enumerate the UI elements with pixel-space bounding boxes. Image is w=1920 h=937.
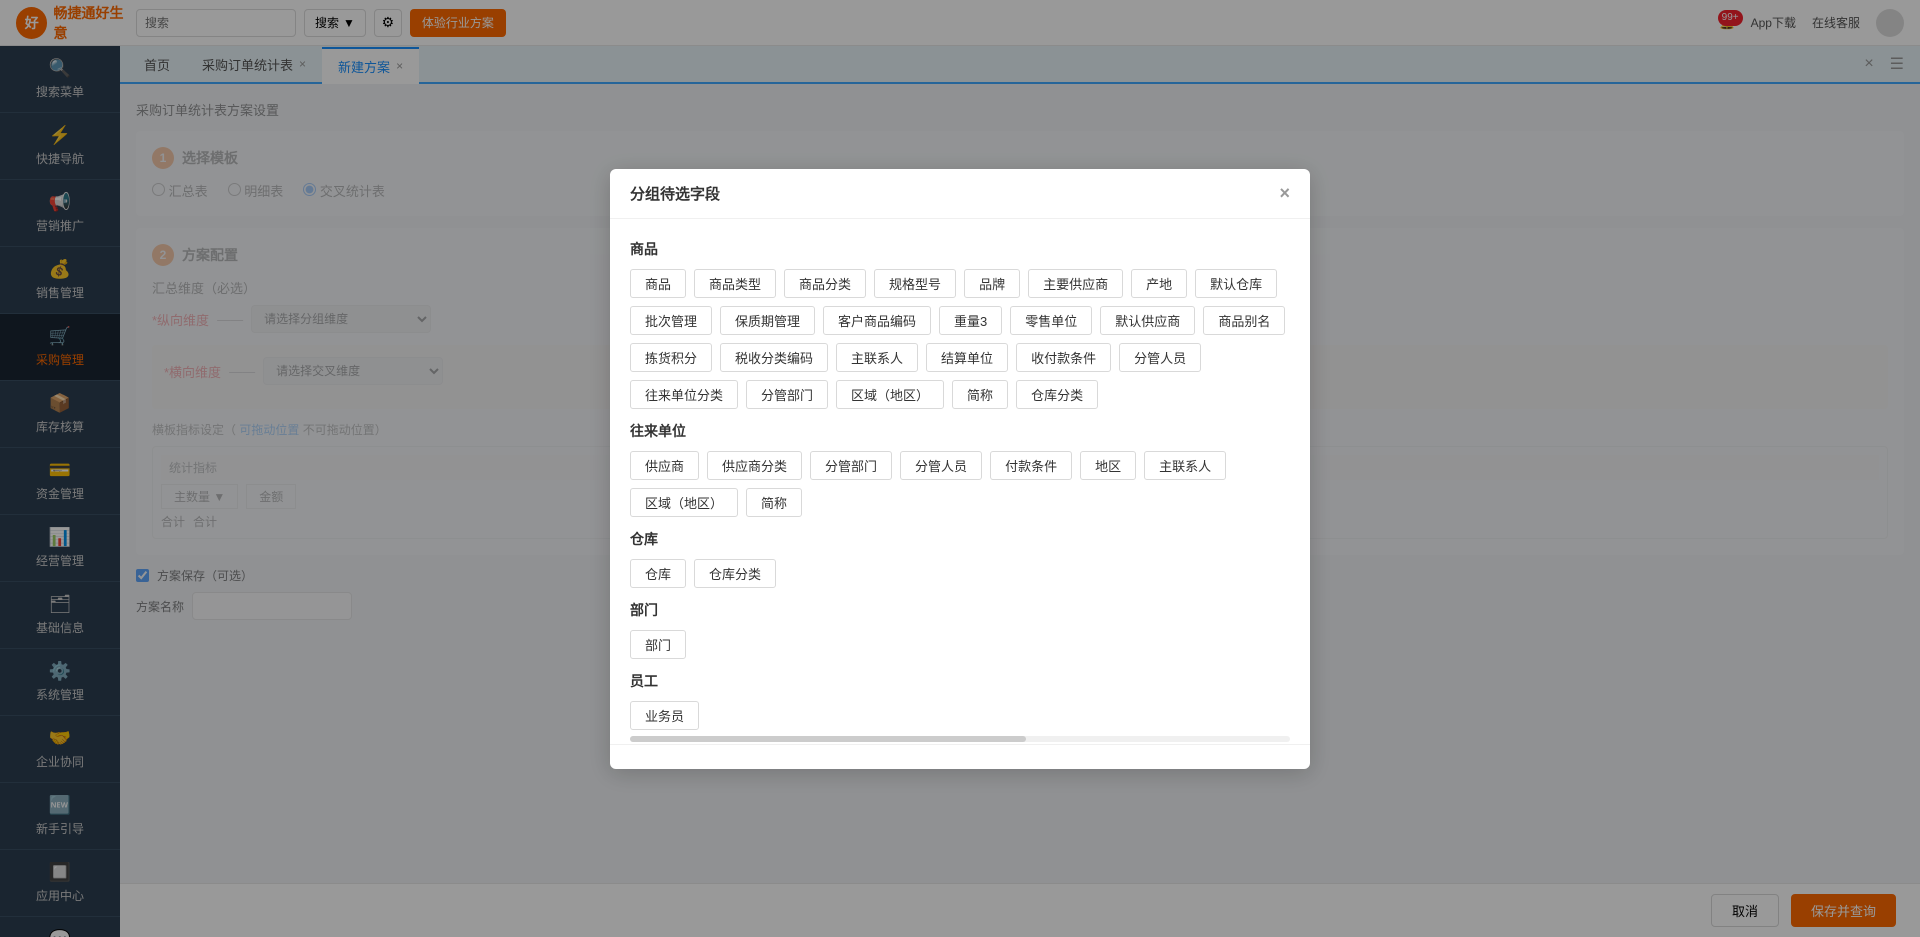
tag-tax-code[interactable]: 税收分类编码 [720, 343, 828, 372]
tag-batch-management[interactable]: 批次管理 [630, 306, 712, 335]
tag-area[interactable]: 地区 [1080, 451, 1136, 480]
tag-main-contact[interactable]: 主联系人 [836, 343, 918, 372]
tag-settlement-unit[interactable]: 结算单位 [926, 343, 1008, 372]
section-title-counterpart: 往来单位 [630, 421, 1290, 441]
section-title-staff: 员工 [630, 671, 1290, 691]
staff-tag-grid: 业务员 [630, 701, 1290, 730]
tag-origin[interactable]: 产地 [1131, 269, 1187, 298]
tag-pick-points[interactable]: 拣货积分 [630, 343, 712, 372]
section-title-product: 商品 [630, 239, 1290, 259]
tag-department[interactable]: 部门 [630, 630, 686, 659]
tag-short-name2[interactable]: 简称 [746, 488, 802, 517]
tag-short-name[interactable]: 简称 [952, 380, 1008, 409]
tag-warehouse-category[interactable]: 仓库分类 [1016, 380, 1098, 409]
tag-warehouse[interactable]: 仓库 [630, 559, 686, 588]
section-title-warehouse: 仓库 [630, 529, 1290, 549]
tag-product-category[interactable]: 商品分类 [784, 269, 866, 298]
tag-supplier[interactable]: 供应商 [630, 451, 699, 480]
horizontal-scrollbar-thumb[interactable] [630, 736, 1026, 742]
tag-warehouse-cat[interactable]: 仓库分类 [694, 559, 776, 588]
tag-payment-terms[interactable]: 收付款条件 [1016, 343, 1111, 372]
tag-counterpart-category[interactable]: 往来单位分类 [630, 380, 738, 409]
tag-main-supplier[interactable]: 主要供应商 [1028, 269, 1123, 298]
tag-person[interactable]: 分管人员 [900, 451, 982, 480]
modal-title: 分组待选字段 [630, 183, 720, 204]
tag-product[interactable]: 商品 [630, 269, 686, 298]
product-tag-grid: 商品 商品类型 商品分类 规格型号 品牌 主要供应商 产地 默认仓库 批次管理 … [630, 269, 1290, 409]
tag-region2[interactable]: 区域（地区） [630, 488, 738, 517]
tag-salesperson[interactable]: 业务员 [630, 701, 699, 730]
field-selection-modal: 分组待选字段 × 商品 商品 商品类型 商品分类 规格型号 品牌 主要供应商 产… [610, 169, 1310, 769]
tag-expiry-management[interactable]: 保质期管理 [720, 306, 815, 335]
modal-body: 商品 商品 商品类型 商品分类 规格型号 品牌 主要供应商 产地 默认仓库 批次… [610, 219, 1310, 732]
warehouse-tag-grid: 仓库 仓库分类 [630, 559, 1290, 588]
tag-product-type[interactable]: 商品类型 [694, 269, 776, 298]
tag-main-contact2[interactable]: 主联系人 [1144, 451, 1226, 480]
tag-supplier-category[interactable]: 供应商分类 [707, 451, 802, 480]
tag-region[interactable]: 区域（地区） [836, 380, 944, 409]
tag-spec-model[interactable]: 规格型号 [874, 269, 956, 298]
tag-product-alias[interactable]: 商品别名 [1203, 306, 1285, 335]
tag-supervisor[interactable]: 分管人员 [1119, 343, 1201, 372]
tag-weight3[interactable]: 重量3 [939, 306, 1002, 335]
tag-brand[interactable]: 品牌 [964, 269, 1020, 298]
tag-default-supplier[interactable]: 默认供应商 [1100, 306, 1195, 335]
modal-header: 分组待选字段 × [610, 169, 1310, 219]
modal-overlay: 分组待选字段 × 商品 商品 商品类型 商品分类 规格型号 品牌 主要供应商 产… [0, 0, 1920, 937]
counterpart-tag-grid: 供应商 供应商分类 分管部门 分管人员 付款条件 地区 主联系人 区域（地区） … [630, 451, 1290, 517]
tag-customer-sku[interactable]: 客户商品编码 [823, 306, 931, 335]
section-title-department: 部门 [630, 600, 1290, 620]
tag-dept[interactable]: 分管部门 [810, 451, 892, 480]
modal-close-button[interactable]: × [1279, 183, 1290, 204]
tag-default-warehouse[interactable]: 默认仓库 [1195, 269, 1277, 298]
tag-pay-terms[interactable]: 付款条件 [990, 451, 1072, 480]
tag-retail-unit[interactable]: 零售单位 [1010, 306, 1092, 335]
modal-footer [610, 744, 1310, 769]
department-tag-grid: 部门 [630, 630, 1290, 659]
tag-supervise-dept[interactable]: 分管部门 [746, 380, 828, 409]
